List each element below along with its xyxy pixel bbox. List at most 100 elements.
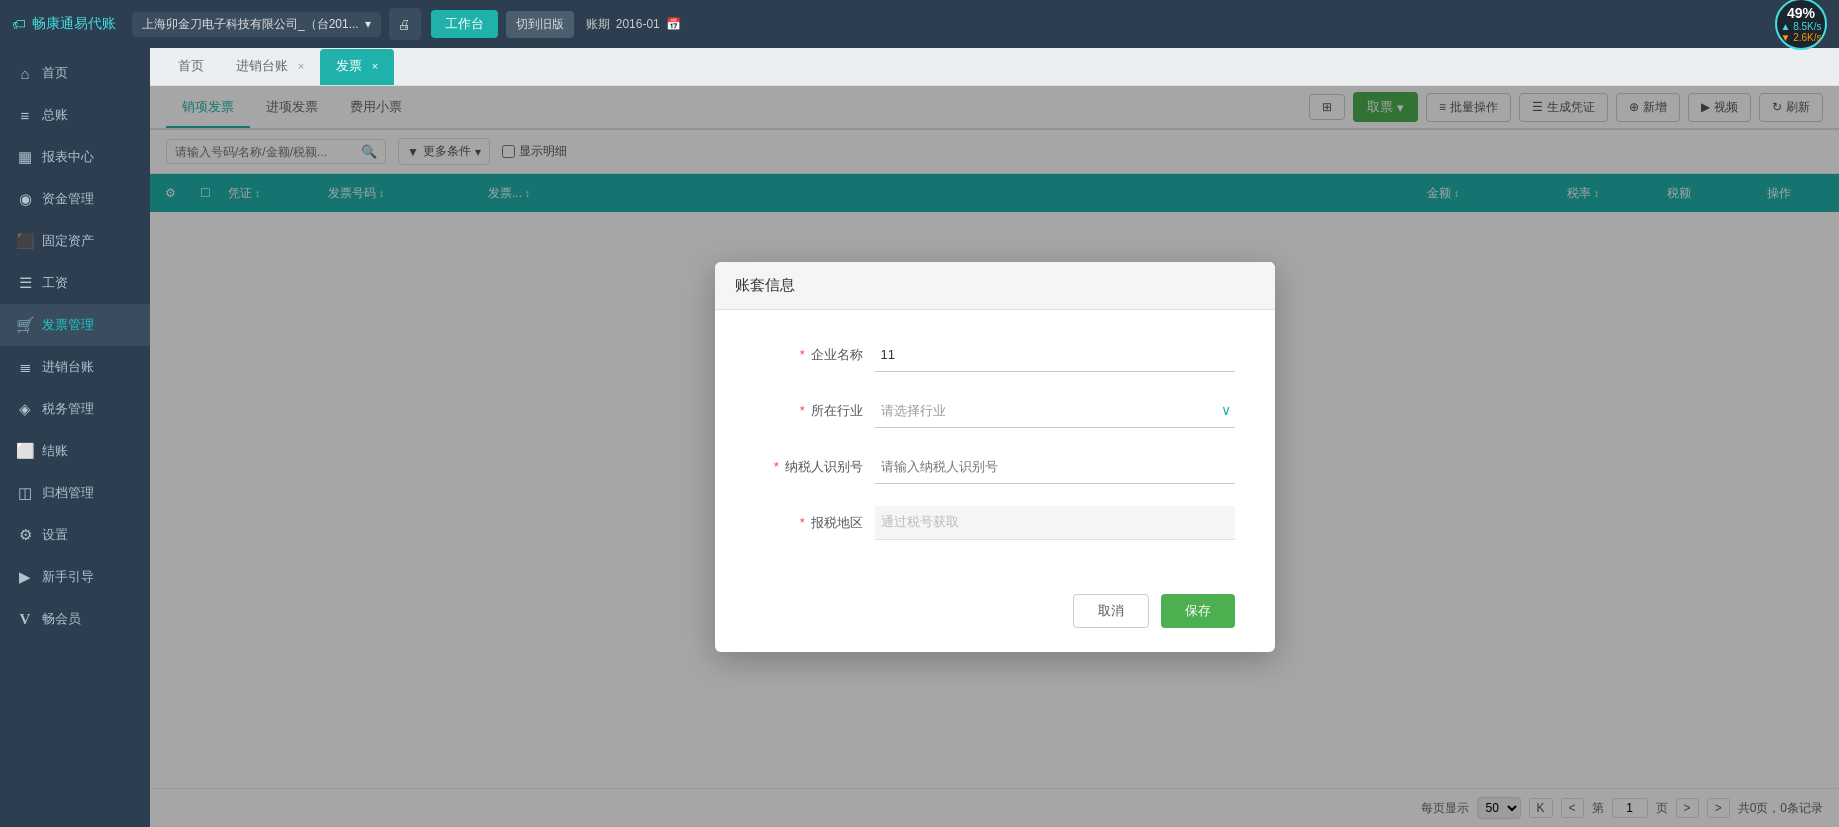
tab-invoice-label: 发票: [336, 58, 362, 73]
tax-region-placeholder: 通过税号获取: [881, 513, 959, 531]
sidebar-label-salary: 工资: [42, 274, 68, 292]
tax-region-field: 通过税号获取: [875, 506, 1235, 540]
top-header: 🏷 畅康通易代账 上海卯金刀电子科技有限公司_（台201... ▾ 🖨 工作台 …: [0, 0, 1839, 48]
reports-icon: ▦: [16, 148, 34, 166]
sidebar-label-reports: 报表中心: [42, 148, 94, 166]
sidebar-label-close: 结账: [42, 442, 68, 460]
speed-percent: 49%: [1787, 5, 1815, 21]
tax-region-label: * 报税地区: [755, 514, 875, 532]
save-button[interactable]: 保存: [1161, 594, 1235, 628]
sidebar-item-member[interactable]: V 畅会员: [0, 598, 150, 640]
funds-icon: ◉: [16, 190, 34, 208]
company-name-input[interactable]: [875, 338, 1235, 372]
old-version-label: 切到旧版: [516, 17, 564, 31]
sidebar-item-guide[interactable]: ▶ 新手引导: [0, 556, 150, 598]
industry-select-wrap: 请选择行业 ∨: [875, 394, 1235, 428]
sidebar-label-home: 首页: [42, 64, 68, 82]
sales-ledger-icon: ≣: [16, 358, 34, 376]
sidebar-label-invoice: 发票管理: [42, 316, 94, 334]
dialog: 账套信息 * 企业名称: [715, 262, 1275, 652]
form-row-industry: * 所在行业 请选择行业 ∨: [755, 394, 1235, 428]
sidebar-label-assets: 固定资产: [42, 232, 94, 250]
sidebar-item-settings[interactable]: ⚙ 设置: [0, 514, 150, 556]
content-area: 销项发票 进项发票 费用小票 ⊞ 取票 ▾: [150, 86, 1839, 827]
form-row-tax-id: * 纳税人识别号: [755, 450, 1235, 484]
form-row-company-name: * 企业名称: [755, 338, 1235, 372]
sidebar-label-ledger: 总账: [42, 106, 68, 124]
sidebar-item-salary[interactable]: ☰ 工资: [0, 262, 150, 304]
tab-bar: 首页 进销台账 × 发票 ×: [150, 48, 1839, 86]
sidebar-item-invoice[interactable]: 🛒 发票管理: [0, 304, 150, 346]
sidebar-item-home[interactable]: ⌂ 首页: [0, 52, 150, 94]
speed-up: ▲ 8.5K/s: [1780, 21, 1821, 32]
close-ledger-icon: ⬜: [16, 442, 34, 460]
workbench-button[interactable]: 工作台: [431, 10, 498, 38]
tab-home-label: 首页: [178, 58, 204, 73]
calendar-icon[interactable]: 📅: [666, 17, 681, 31]
industry-label: * 所在行业: [755, 402, 875, 420]
ledger-icon: ≡: [16, 107, 34, 124]
company-selector[interactable]: 上海卯金刀电子科技有限公司_（台201... ▾: [132, 12, 381, 37]
member-icon: V: [16, 611, 34, 628]
tab-close-invoice[interactable]: ×: [372, 60, 378, 72]
old-version-button[interactable]: 切到旧版: [506, 11, 574, 38]
workbench-label: 工作台: [445, 16, 484, 31]
tab-sales-ledger-label: 进销台账: [236, 58, 288, 73]
period-label: 账期: [586, 16, 610, 33]
sidebar-item-close[interactable]: ⬜ 结账: [0, 430, 150, 472]
salary-icon: ☰: [16, 274, 34, 292]
cancel-btn-label: 取消: [1098, 603, 1124, 618]
sidebar-label-tax: 税务管理: [42, 400, 94, 418]
sidebar-item-ledger[interactable]: ≡ 总账: [0, 94, 150, 136]
invoice-icon: 🛒: [16, 316, 34, 334]
main-layout: ⌂ 首页 ≡ 总账 ▦ 报表中心 ◉ 资金管理 ⬛ 固定资产 ☰ 工资 🛒 发票…: [0, 48, 1839, 827]
tab-home[interactable]: 首页: [162, 49, 220, 85]
print-icon: 🖨: [398, 17, 411, 32]
tab-close-sales-ledger[interactable]: ×: [298, 60, 304, 72]
tax-icon: ◈: [16, 400, 34, 418]
sidebar-item-assets[interactable]: ⬛ 固定资产: [0, 220, 150, 262]
home-icon: ⌂: [16, 65, 34, 82]
sidebar-item-archive[interactable]: ◫ 归档管理: [0, 472, 150, 514]
industry-select[interactable]: 请选择行业: [875, 403, 1235, 418]
guide-icon: ▶: [16, 568, 34, 586]
tab-invoice[interactable]: 发票 ×: [320, 49, 394, 85]
tab-sales-ledger[interactable]: 进销台账 ×: [220, 49, 320, 85]
assets-icon: ⬛: [16, 232, 34, 250]
save-btn-label: 保存: [1185, 603, 1211, 618]
sidebar-item-sales-ledger[interactable]: ≣ 进销台账: [0, 346, 150, 388]
main-content: 首页 进销台账 × 发票 × 销项发票 进项发票: [150, 48, 1839, 827]
sidebar-item-funds[interactable]: ◉ 资金管理: [0, 178, 150, 220]
dialog-body: * 企业名称 * 所在行业: [715, 310, 1275, 582]
period-value: 2016-01: [616, 17, 660, 31]
tax-id-label: * 纳税人识别号: [755, 458, 875, 476]
sidebar-label-archive: 归档管理: [42, 484, 94, 502]
archive-icon: ◫: [16, 484, 34, 502]
sidebar: ⌂ 首页 ≡ 总账 ▦ 报表中心 ◉ 资金管理 ⬛ 固定资产 ☰ 工资 🛒 发票…: [0, 48, 150, 827]
sidebar-item-tax[interactable]: ◈ 税务管理: [0, 388, 150, 430]
header-print-btn[interactable]: 🖨: [389, 8, 421, 40]
company-name-label: * 企业名称: [755, 346, 875, 364]
sidebar-item-reports[interactable]: ▦ 报表中心: [0, 136, 150, 178]
sidebar-label-member: 畅会员: [42, 610, 81, 628]
dialog-title: 账套信息: [735, 276, 795, 293]
speed-indicator: 49% ▲ 8.5K/s ▼ 2.6K/s: [1775, 0, 1827, 50]
cancel-button[interactable]: 取消: [1073, 594, 1149, 628]
app-title: 畅康通易代账: [32, 15, 116, 33]
dialog-footer: 取消 保存: [715, 582, 1275, 652]
settings-icon: ⚙: [16, 526, 34, 544]
speed-down: ▼ 2.6K/s: [1780, 32, 1821, 43]
account-period: 账期 2016-01 📅: [586, 16, 681, 33]
dropdown-icon: ▾: [365, 17, 371, 31]
sidebar-label-settings: 设置: [42, 526, 68, 544]
sidebar-label-funds: 资金管理: [42, 190, 94, 208]
dialog-header: 账套信息: [715, 262, 1275, 310]
sidebar-label-sales-ledger: 进销台账: [42, 358, 94, 376]
tax-id-input[interactable]: [875, 450, 1235, 484]
overlay: 账套信息 * 企业名称: [150, 86, 1839, 827]
logo-icon: 🏷: [12, 16, 26, 32]
form-row-tax-region: * 报税地区 通过税号获取: [755, 506, 1235, 540]
company-name: 上海卯金刀电子科技有限公司_（台201...: [142, 16, 359, 33]
header-right: 49% ▲ 8.5K/s ▼ 2.6K/s: [1775, 0, 1827, 50]
app-logo: 🏷 畅康通易代账: [12, 15, 116, 33]
